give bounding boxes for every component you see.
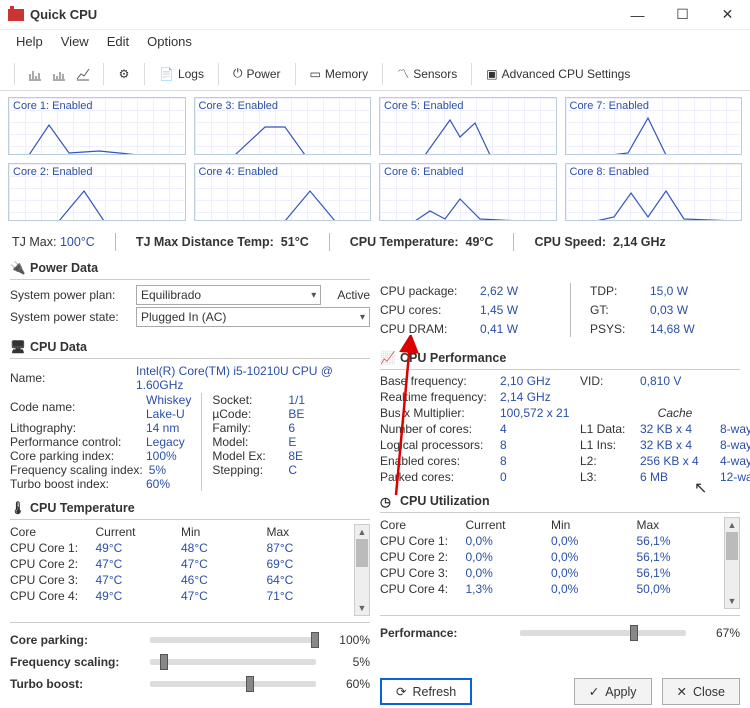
gauge-icon: 📈 xyxy=(380,351,394,365)
gear-icon[interactable]: ⚙ xyxy=(114,64,134,84)
tjmax-label: TJ Max: xyxy=(12,235,56,249)
logs-button[interactable]: 📄Logs xyxy=(155,65,208,83)
menu-view[interactable]: View xyxy=(61,34,89,49)
dropdown-icon: ▾ xyxy=(311,290,316,301)
temp-scrollbar[interactable]: ▲▼ xyxy=(354,524,370,616)
core-graph-3[interactable]: Core 3: Enabled xyxy=(194,97,372,155)
core-graph-2[interactable]: Core 2: Enabled xyxy=(8,163,186,221)
core-parking-slider[interactable] xyxy=(150,637,316,643)
cputemp-value: 49°C xyxy=(466,235,494,249)
core-graph-grid: Core 1: Enabled Core 3: Enabled Core 5: … xyxy=(0,91,750,227)
menubar: Help View Edit Options xyxy=(0,30,750,57)
menu-edit[interactable]: Edit xyxy=(107,34,129,49)
window-title: Quick CPU xyxy=(30,7,97,22)
memory-button[interactable]: ▭Memory xyxy=(306,65,373,83)
util-panel-header: ◷CPU Utilization xyxy=(380,492,740,513)
close-icon: ✕ xyxy=(677,684,687,699)
table-row: CPU Core 2:47°C47°C69°C xyxy=(10,556,370,572)
utilization-table: Core Current Min Max CPU Core 1:0,0%0,0%… xyxy=(380,517,740,609)
refresh-icon: ⟳ xyxy=(396,684,406,699)
monitor-icon: 🖥 xyxy=(10,340,24,354)
power-plan-combo[interactable]: Equilibrado▾ xyxy=(136,285,321,305)
minimize-button[interactable]: — xyxy=(615,0,660,30)
menu-help[interactable]: Help xyxy=(16,34,43,49)
table-row: CPU Core 4:1,3%0,0%50,0% xyxy=(380,581,740,597)
tjdist-value: 51°C xyxy=(281,235,309,249)
close-button[interactable]: ✕ xyxy=(705,0,750,30)
core-graph-7[interactable]: Core 7: Enabled xyxy=(565,97,743,155)
table-row: CPU Core 2:0,0%0,0%56,1% xyxy=(380,549,740,565)
chart2-icon[interactable] xyxy=(49,64,69,84)
tjmax-value: 100°C xyxy=(60,235,95,249)
table-row: CPU Core 4:49°C47°C71°C xyxy=(10,588,370,604)
tjdist-label: TJ Max Distance Temp: xyxy=(136,235,274,249)
memory-icon: ▭ xyxy=(310,67,321,81)
close-button-bottom[interactable]: ✕Close xyxy=(662,678,740,705)
core-graph-6[interactable]: Core 6: Enabled xyxy=(379,163,557,221)
cpudata-panel-header: 🖥CPU Data xyxy=(10,338,370,359)
table-row: CPU Core 3:0,0%0,0%56,1% xyxy=(380,565,740,581)
refresh-button[interactable]: ⟳Refresh xyxy=(380,678,472,705)
power-state-combo[interactable]: Plugged In (AC)▾ xyxy=(136,307,370,327)
apply-button[interactable]: ✓Apply xyxy=(574,678,652,705)
menu-options[interactable]: Options xyxy=(147,34,192,49)
titlebar: Quick CPU — ☐ ✕ xyxy=(0,0,750,30)
sensors-icon: 〽 xyxy=(397,65,409,82)
power-panel-header: 🔌Power Data xyxy=(10,259,370,280)
activity-icon: ◷ xyxy=(380,494,394,508)
power-icon: ⏻ xyxy=(233,66,243,81)
thermo-icon: 🌡 xyxy=(10,501,24,515)
table-row: CPU Core 3:47°C46°C64°C xyxy=(10,572,370,588)
plug-icon: 🔌 xyxy=(10,261,24,275)
cpuspeed-value: 2,14 GHz xyxy=(613,235,666,249)
temperature-table: Core Current Min Max CPU Core 1:49°C48°C… xyxy=(10,524,370,616)
util-scrollbar[interactable]: ▲▼ xyxy=(724,517,740,609)
table-row: CPU Core 1:49°C48°C87°C xyxy=(10,540,370,556)
power-plan-label: System power plan: xyxy=(10,288,130,302)
toolbar: ⚙ 📄Logs ⏻Power ▭Memory 〽Sensors ▣Advance… xyxy=(0,57,750,91)
sensors-button[interactable]: 〽Sensors xyxy=(393,63,461,84)
temp-panel-header: 🌡CPU Temperature xyxy=(10,499,370,520)
core-graph-1[interactable]: Core 1: Enabled xyxy=(8,97,186,155)
turbo-boost-slider[interactable] xyxy=(150,681,316,687)
cputemp-label: CPU Temperature: xyxy=(350,235,459,249)
perf-panel-header: 📈CPU Performance xyxy=(380,349,740,370)
core-graph-5[interactable]: Core 5: Enabled xyxy=(379,97,557,155)
advanced-button[interactable]: ▣Advanced CPU Settings xyxy=(482,65,634,83)
table-row: CPU Core 1:0,0%0,0%56,1% xyxy=(380,533,740,549)
chart1-icon[interactable] xyxy=(25,64,45,84)
power-state-label: System power state: xyxy=(10,310,130,324)
summary-row: TJ Max: 100°C TJ Max Distance Temp: 51°C… xyxy=(0,227,750,259)
core-graph-8[interactable]: Core 8: Enabled xyxy=(565,163,743,221)
app-icon xyxy=(8,9,24,21)
maximize-button[interactable]: ☐ xyxy=(660,0,705,30)
cpu-name: Intel(R) Core(TM) i5-10210U CPU @ 1.60GH… xyxy=(136,364,370,392)
power-button[interactable]: ⏻Power xyxy=(229,64,285,83)
power-plan-active: Active xyxy=(337,288,370,302)
dropdown-icon: ▾ xyxy=(360,312,365,323)
cpuspeed-label: CPU Speed: xyxy=(534,235,606,249)
core-graph-4[interactable]: Core 4: Enabled xyxy=(194,163,372,221)
performance-slider[interactable] xyxy=(520,630,686,636)
cpu-icon: ▣ xyxy=(486,67,497,81)
log-icon: 📄 xyxy=(159,67,174,81)
chart3-icon[interactable] xyxy=(73,64,93,84)
check-icon: ✓ xyxy=(589,684,599,699)
freq-scaling-slider[interactable] xyxy=(150,659,316,665)
